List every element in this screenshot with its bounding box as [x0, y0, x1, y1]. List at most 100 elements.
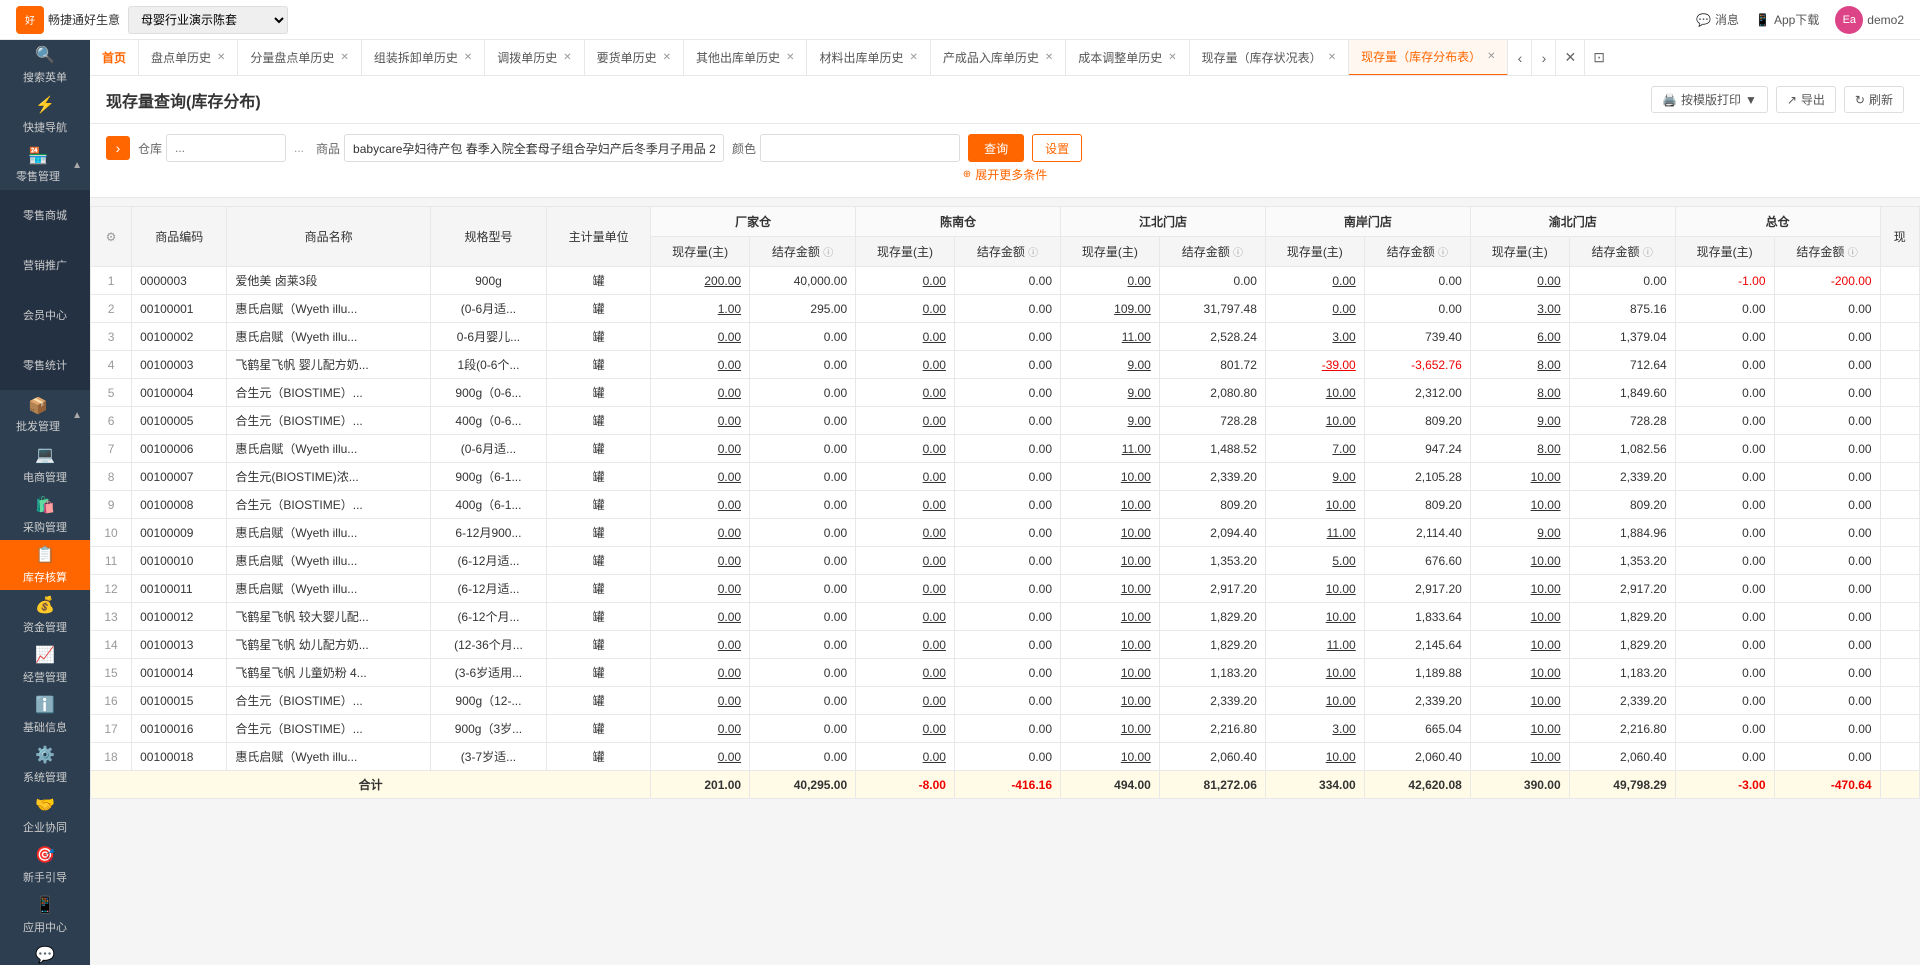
search-btn[interactable]: 查询 — [968, 134, 1024, 162]
na-amt-info[interactable]: ⓘ — [1438, 248, 1448, 259]
sidebar-item-ecommerce[interactable]: 💻 电商管理 — [0, 440, 90, 490]
goods-input[interactable] — [344, 134, 724, 162]
tab-close-8[interactable]: ✕ — [1168, 52, 1176, 63]
row-t-amt: 0.00 — [1774, 603, 1880, 631]
sidebar-label-inventory: 库存核算 — [23, 569, 67, 585]
tab-requisition[interactable]: 要货单历史 ✕ — [585, 40, 684, 76]
export-btn[interactable]: ↗ 导出 — [1776, 86, 1836, 113]
setting-btn[interactable]: 设置 — [1032, 134, 1082, 162]
tab-label-10: 现存量（库存分布表） — [1361, 48, 1481, 65]
refresh-btn[interactable]: ↻ 刷新 — [1844, 86, 1904, 113]
row-f-amt: 0.00 — [750, 491, 856, 519]
row-yb-qty: 10.00 — [1470, 631, 1569, 659]
nav-close-all-btn[interactable]: ✕ — [1556, 40, 1585, 76]
sidebar-label-search: 搜索英单 — [23, 69, 67, 85]
sidebar-item-mall[interactable]: 零售商城 — [0, 190, 90, 240]
col-gear[interactable]: ⚙ — [91, 207, 132, 267]
row-index: 9 — [91, 491, 132, 519]
tab-stock-dist[interactable]: 现存量（库存分布表） ✕ — [1349, 40, 1508, 76]
sidebar-item-wechat[interactable]: 💬 企业微信 — [0, 940, 90, 965]
sidebar-item-apps[interactable]: 📱 应用中心 — [0, 890, 90, 940]
search-icon: 🔍 — [35, 45, 55, 65]
jb-amt-info[interactable]: ⓘ — [1233, 248, 1243, 259]
gear-icon: ⚙ — [106, 230, 117, 244]
filter-expand-btn[interactable]: › — [106, 136, 130, 160]
app-label: App下载 — [1774, 11, 1819, 28]
row-t-qty: 0.00 — [1675, 463, 1774, 491]
sidebar-item-system[interactable]: ⚙️ 系统管理 — [0, 740, 90, 790]
sidebar-item-retail[interactable]: 🏪 零售管理 ▲ — [0, 140, 90, 190]
f-amt-info[interactable]: ⓘ — [823, 248, 833, 259]
row-yb-amt: 2,917.20 — [1569, 575, 1675, 603]
sidebar-item-search[interactable]: 🔍 搜索英单 — [0, 40, 90, 90]
tab-other-out[interactable]: 其他出库单历史 ✕ — [684, 40, 807, 76]
tab-material-out[interactable]: 材料出库单历史 ✕ — [807, 40, 930, 76]
tab-close-1[interactable]: ✕ — [340, 52, 348, 63]
tab-finished-in[interactable]: 产成品入库单历史 ✕ — [931, 40, 1066, 76]
tab-close-3[interactable]: ✕ — [563, 52, 571, 63]
row-yb-qty: 10.00 — [1470, 743, 1569, 771]
row-na-amt: 809.20 — [1364, 491, 1470, 519]
col-f-qty: 现存量(主) — [651, 237, 750, 267]
tab-inventory-check[interactable]: 盘点单历史 ✕ — [139, 40, 238, 76]
tab-close-5[interactable]: ✕ — [786, 52, 794, 63]
sidebar-item-wholesale[interactable]: 📦 批发管理 ▲ — [0, 390, 90, 440]
nav-next-btn[interactable]: › — [1532, 40, 1556, 76]
sidebar-item-marketing[interactable]: 营销推广 — [0, 240, 90, 290]
tab-close-10[interactable]: ✕ — [1487, 51, 1495, 62]
tab-cost-adjust[interactable]: 成本调整单历史 ✕ — [1066, 40, 1189, 76]
row-na-qty: 10.00 — [1265, 491, 1364, 519]
store-selector[interactable]: 母婴行业演示陈套 — [128, 6, 288, 34]
sidebar-item-purchase[interactable]: 🛍️ 采购管理 — [0, 490, 90, 540]
sidebar-item-retail-stat[interactable]: 零售统计 — [0, 340, 90, 390]
nav-prev-btn[interactable]: ‹ — [1508, 40, 1532, 76]
tab-close-7[interactable]: ✕ — [1045, 52, 1053, 63]
color-input[interactable] — [760, 134, 960, 162]
msg-btn[interactable]: 💬 消息 — [1696, 11, 1739, 28]
app-download-btn[interactable]: 📱 App下载 — [1755, 11, 1819, 28]
tab-close-9[interactable]: ✕ — [1328, 52, 1336, 63]
row-yb-qty: 10.00 — [1470, 659, 1569, 687]
row-name: 合生元(BIOSTIME)浓... — [227, 463, 431, 491]
cn-amt-info[interactable]: ⓘ — [1028, 248, 1038, 259]
tab-close-6[interactable]: ✕ — [909, 52, 917, 63]
sidebar-item-guide[interactable]: 🎯 新手引导 — [0, 840, 90, 890]
row-code: 00100014 — [132, 659, 227, 687]
row-code: 00100009 — [132, 519, 227, 547]
nav-expand-btn[interactable]: ⊡ — [1585, 40, 1613, 76]
expand-more-btn[interactable]: ⊕ 展开更多条件 — [106, 162, 1904, 187]
row-current — [1880, 575, 1919, 603]
row-current — [1880, 435, 1919, 463]
tab-close-4[interactable]: ✕ — [663, 52, 671, 63]
sidebar-item-collab[interactable]: 🤝 企业协同 — [0, 790, 90, 840]
tab-partial-check[interactable]: 分量盘点单历史 ✕ — [238, 40, 361, 76]
yb-amt-info[interactable]: ⓘ — [1643, 248, 1653, 259]
row-na-amt: 809.20 — [1364, 407, 1470, 435]
tab-assemble[interactable]: 组装拆卸单历史 ✕ — [362, 40, 485, 76]
sidebar-item-inventory[interactable]: 📋 库存核算 — [0, 540, 90, 590]
warehouse-input[interactable] — [166, 134, 286, 162]
print-btn[interactable]: 🖨️ 按模版打印 ▼ — [1651, 86, 1768, 113]
tab-close-0[interactable]: ✕ — [217, 52, 225, 63]
sum-cn-amt: -416.16 — [954, 771, 1060, 799]
row-t-amt: 0.00 — [1774, 715, 1880, 743]
t-amt-info[interactable]: ⓘ — [1848, 248, 1858, 259]
page-header: 现存量查询(库存分布) 🖨️ 按模版打印 ▼ ↗ 导出 ↻ 刷新 — [90, 76, 1920, 124]
expand-icon: ⊕ — [963, 169, 971, 180]
tab-close-2[interactable]: ✕ — [464, 52, 472, 63]
tab-stock-status[interactable]: 现存量（库存状况表） ✕ — [1190, 40, 1349, 76]
row-unit: 罐 — [546, 743, 650, 771]
row-current — [1880, 715, 1919, 743]
user-area[interactable]: Ea demo2 — [1835, 6, 1904, 34]
table-row: 5 00100004 合生元（BIOSTIME）... 900g（0-6... … — [91, 379, 1920, 407]
sidebar-item-operations[interactable]: 📈 经营管理 — [0, 640, 90, 690]
col-current: 现 — [1880, 207, 1919, 267]
warehouse-dots-btn[interactable]: ... — [290, 141, 308, 155]
sidebar-item-basic[interactable]: ℹ️ 基础信息 — [0, 690, 90, 740]
sidebar-item-member[interactable]: 会员中心 — [0, 290, 90, 340]
tab-home[interactable]: 首页 — [90, 40, 139, 76]
sidebar-item-finance[interactable]: 💰 资金管理 — [0, 590, 90, 640]
sidebar-item-nav[interactable]: ⚡ 快捷导航 — [0, 90, 90, 140]
tab-transfer[interactable]: 调拨单历史 ✕ — [485, 40, 584, 76]
row-yb-amt: 1,829.20 — [1569, 631, 1675, 659]
